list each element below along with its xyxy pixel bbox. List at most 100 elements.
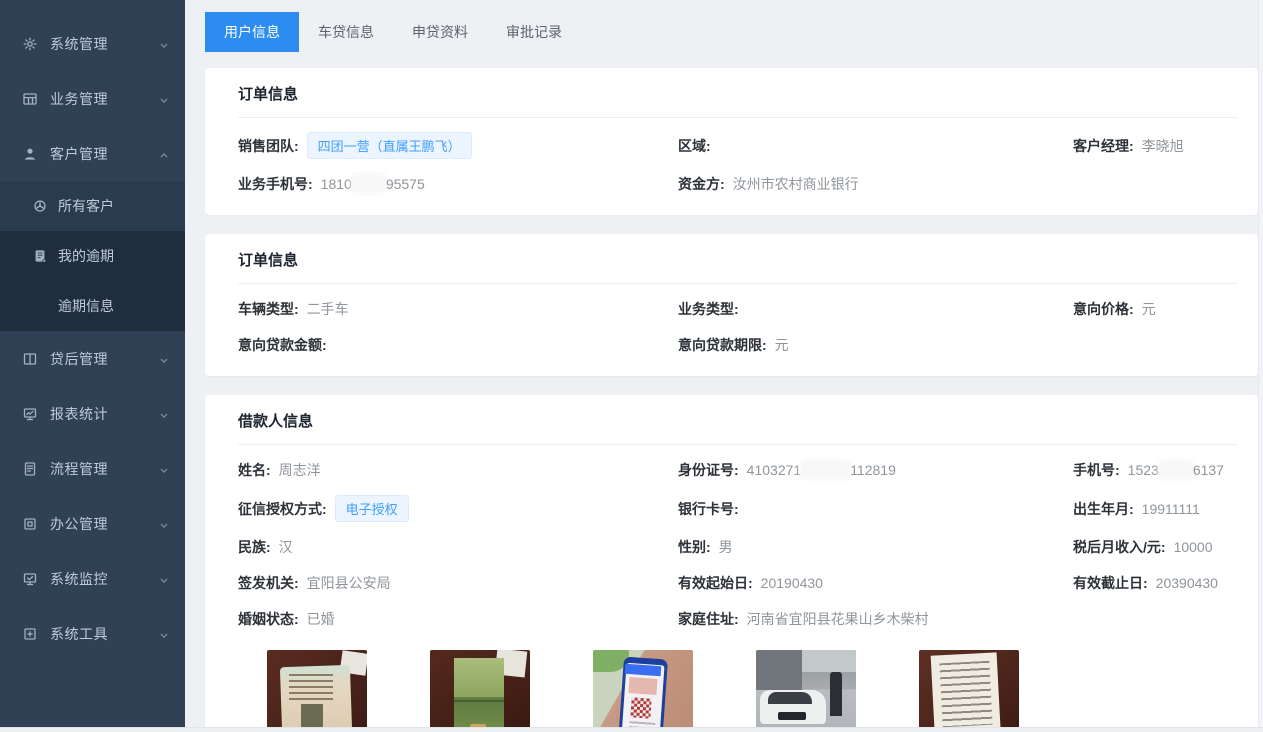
chevron-down-icon (159, 517, 169, 533)
sidebar-item-system-management[interactable]: 系统管理 (0, 16, 185, 71)
sidebar-item-postloan-management[interactable]: 贷后管理 (0, 331, 185, 386)
field-name: 姓名: 周志洋 (238, 459, 678, 481)
credit-auth-phone-screenshot-thumbnail[interactable] (593, 650, 693, 732)
credit-auth-tag[interactable]: 电子授权 (335, 495, 409, 522)
chevron-down-icon (159, 407, 169, 423)
chevron-down-icon (159, 627, 169, 643)
person-with-car-photo-thumbnail[interactable] (756, 650, 856, 732)
columns-icon (22, 351, 38, 367)
field-bank-card: 银行卡号: (678, 495, 1073, 522)
sidebar-item-label: 逾期信息 (58, 296, 114, 316)
vertical-scrollbar-track[interactable] (1258, 0, 1263, 732)
field-valid-to: 有效截止日: 20390430 (1073, 572, 1238, 594)
sidebar-item-office-management[interactable]: 办公管理 (0, 496, 185, 551)
sidebar-item-label: 业务管理 (50, 89, 108, 109)
chevron-down-icon (159, 572, 169, 588)
field-valid-from: 有效起始日: 20190430 (678, 572, 1073, 594)
main-content: 用户信息 车贷信息 申贷资料 审批记录 订单信息 销售团队: 四团一营（直属王鹏… (185, 0, 1263, 732)
sidebar-item-label: 所有客户 (58, 196, 114, 216)
square-icon (22, 516, 38, 532)
field-credit-auth-method: 征信授权方式: 电子授权 (238, 495, 678, 522)
field-region: 区域: (678, 132, 1073, 159)
grid-icon (22, 91, 38, 107)
chevron-down-icon (159, 462, 169, 478)
field-business-phone: 业务手机号: 181095575 (238, 173, 678, 195)
monitor-icon (22, 406, 38, 422)
horizontal-scrollbar-track[interactable] (0, 727, 1263, 732)
sidebar-menu: 系统管理 业务管理 客户管理 (0, 0, 185, 661)
handwritten-document-photo-thumbnail[interactable] (919, 650, 1019, 732)
monitor-check-icon (22, 571, 38, 587)
sidebar-item-business-management[interactable]: 业务管理 (0, 71, 185, 126)
chevron-down-icon (159, 92, 169, 108)
field-customer-manager: 客户经理: 李晓旭 (1073, 132, 1238, 159)
sidebar-item-label: 系统监控 (50, 569, 108, 589)
field-business-type: 业务类型: (678, 298, 1073, 320)
sidebar-item-label: 报表统计 (50, 404, 108, 424)
sidebar-item-label: 客户管理 (50, 144, 108, 164)
attachment-item: 征信授权 (593, 650, 693, 732)
attachment-item: 人车合影 (756, 650, 856, 732)
sidebar-item-label: 我的逾期 (58, 246, 114, 266)
id-card-photo-thumbnail[interactable] (267, 650, 367, 732)
sidebar-item-all-customers[interactable]: 所有客户 (0, 181, 185, 231)
notebook-icon (32, 248, 48, 264)
field-intent-loan-amount: 意向贷款金额: (238, 334, 678, 356)
sidebar-item-my-overdue[interactable]: 我的逾期 (0, 231, 185, 281)
tab-loan-application-docs[interactable]: 申贷资料 (393, 12, 487, 52)
tab-car-loan-info[interactable]: 车贷信息 (299, 12, 393, 52)
attachment-item: 身份证照 (267, 650, 367, 732)
sidebar-item-system-tools[interactable]: 系统工具 (0, 606, 185, 661)
customer-management-submenu: 所有客户 我的逾期 逾期信息 (0, 181, 185, 331)
sidebar-item-process-management[interactable]: 流程管理 (0, 441, 185, 496)
field-mobile-phone: 手机号: 15236137 (1073, 459, 1238, 481)
gear-icon (22, 36, 38, 52)
redaction-mask (354, 176, 384, 191)
redaction-mask (1161, 462, 1191, 477)
attachment-thumbnails: 身份证照 驾驶证照片 征信授权 (267, 650, 1238, 732)
field-birth-date: 出生年月: 19911111 (1073, 495, 1238, 522)
sales-team-tag[interactable]: 四团一营（直属王鹏飞） (307, 132, 472, 159)
field-home-address: 家庭住址: 河南省宜阳县花果山乡木柴村 (678, 608, 1073, 630)
field-id-number: 身份证号: 4103271112819 (678, 459, 1073, 481)
field-monthly-income: 税后月收入/元: 10000 (1073, 536, 1238, 558)
sidebar-item-overdue-info[interactable]: 逾期信息 (0, 281, 185, 331)
field-vehicle-type: 车辆类型: 二手车 (238, 298, 678, 320)
attachment-item: 村委会证明 (919, 650, 1019, 732)
drivers-license-photo-thumbnail[interactable] (430, 650, 530, 732)
field-gender: 性别: 男 (678, 536, 1073, 558)
redaction-mask (803, 462, 848, 477)
field-marital-status: 婚姻状态: 已婚 (238, 608, 678, 630)
chevron-up-icon (159, 147, 169, 163)
card-title: 订单信息 (238, 68, 1238, 118)
order-info-card-2: 订单信息 车辆类型: 二手车 业务类型: 意向价格: 元 意向贷款金额: (205, 234, 1258, 376)
attachment-item: 驾驶证照片 (430, 650, 530, 732)
chevron-down-icon (159, 37, 169, 53)
sidebar-item-label: 系统管理 (50, 34, 108, 54)
user-icon (22, 146, 38, 162)
sidebar-item-customer-management[interactable]: 客户管理 (0, 126, 185, 181)
field-ethnicity: 民族: 汉 (238, 536, 678, 558)
field-sales-team: 销售团队: 四团一营（直属王鹏飞） (238, 132, 678, 159)
tab-approval-records[interactable]: 审批记录 (487, 12, 581, 52)
wheel-icon (32, 198, 48, 214)
field-issuing-authority: 签发机关: 宜阳县公安局 (238, 572, 678, 594)
order-info-card-1: 订单信息 销售团队: 四团一营（直属王鹏飞） 区域: 客户经理: 李晓旭 业务手… (205, 68, 1258, 215)
document-icon (22, 461, 38, 477)
sidebar: 系统管理 业务管理 客户管理 (0, 0, 185, 732)
field-intent-price: 意向价格: 元 (1073, 298, 1238, 320)
sidebar-item-label: 流程管理 (50, 459, 108, 479)
sidebar-item-label: 办公管理 (50, 514, 108, 534)
card-title: 订单信息 (238, 234, 1238, 284)
borrower-info-card: 借款人信息 姓名: 周志洋 身份证号: 4103271112819 手机号: 1… (205, 395, 1258, 732)
sidebar-item-system-monitor[interactable]: 系统监控 (0, 551, 185, 606)
chevron-down-icon (159, 352, 169, 368)
sidebar-item-report-statistics[interactable]: 报表统计 (0, 386, 185, 441)
box-plus-icon (22, 626, 38, 642)
sidebar-item-label: 贷后管理 (50, 349, 108, 369)
detail-tabs: 用户信息 车贷信息 申贷资料 审批记录 (205, 12, 1263, 52)
field-funder: 资金方: 汝州市农村商业银行 (678, 173, 1073, 195)
field-intent-loan-term: 意向贷款期限: 元 (678, 334, 1073, 356)
tab-user-info[interactable]: 用户信息 (205, 12, 299, 52)
sidebar-item-label: 系统工具 (50, 624, 108, 644)
